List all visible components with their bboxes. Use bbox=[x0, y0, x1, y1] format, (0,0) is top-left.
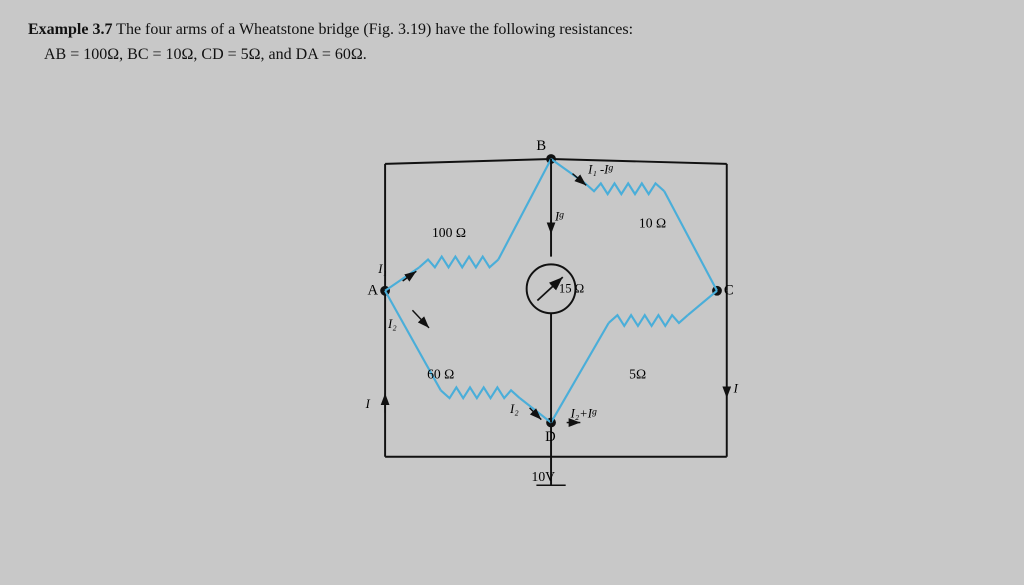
example-description: Example 3.7 The four arms of a Wheatston… bbox=[28, 18, 996, 43]
label-I1-Ig: I₁ -Ig bbox=[587, 162, 613, 176]
label-I-left: I bbox=[365, 396, 371, 410]
label-I-right: I bbox=[733, 381, 739, 395]
text-block: Example 3.7 The four arms of a Wheatston… bbox=[28, 18, 996, 68]
resistor-AB bbox=[385, 159, 551, 291]
description-text: The four arms of a Wheatstone bridge (Fi… bbox=[112, 21, 633, 38]
example-label: Example 3.7 bbox=[28, 21, 112, 38]
label-10V: 10V bbox=[532, 469, 556, 484]
label-DA: 60 Ω bbox=[427, 366, 454, 381]
label-AB: 100 Ω bbox=[432, 225, 466, 240]
page: Example 3.7 The four arms of a Wheatston… bbox=[0, 0, 1024, 585]
circuit-svg: B A C D 100 Ω 10 Ω 5Ω 60 Ω 15 Ω I₁ I₂ Ig… bbox=[242, 76, 782, 486]
label-I2-D: I₂ bbox=[509, 401, 519, 415]
node-B-label: B bbox=[536, 138, 546, 154]
node-A-label: A bbox=[368, 282, 379, 298]
circuit-diagram: B A C D 100 Ω 10 Ω 5Ω 60 Ω 15 Ω I₁ I₂ Ig… bbox=[242, 76, 782, 486]
label-Ig: Ig bbox=[554, 209, 564, 223]
resistances-line: AB = 100Ω, BC = 10Ω, CD = 5Ω, and DA = 6… bbox=[28, 43, 996, 68]
resistor-CD bbox=[551, 290, 717, 422]
resistor-DA bbox=[385, 290, 551, 422]
node-D-label: D bbox=[545, 429, 556, 445]
label-I2-A: I₂ bbox=[387, 316, 397, 330]
label-galvanometer: 15 Ω bbox=[559, 281, 584, 295]
resistor-BC bbox=[551, 159, 717, 291]
current-I1-Ig bbox=[573, 173, 587, 185]
label-CD: 5Ω bbox=[629, 366, 646, 381]
label-I1: I₁ bbox=[377, 262, 387, 276]
current-I2 bbox=[412, 310, 429, 328]
node-C-label: C bbox=[724, 282, 734, 298]
label-BC: 10 Ω bbox=[639, 215, 666, 230]
label-I2-Ig: I₂+Ig bbox=[570, 406, 597, 420]
